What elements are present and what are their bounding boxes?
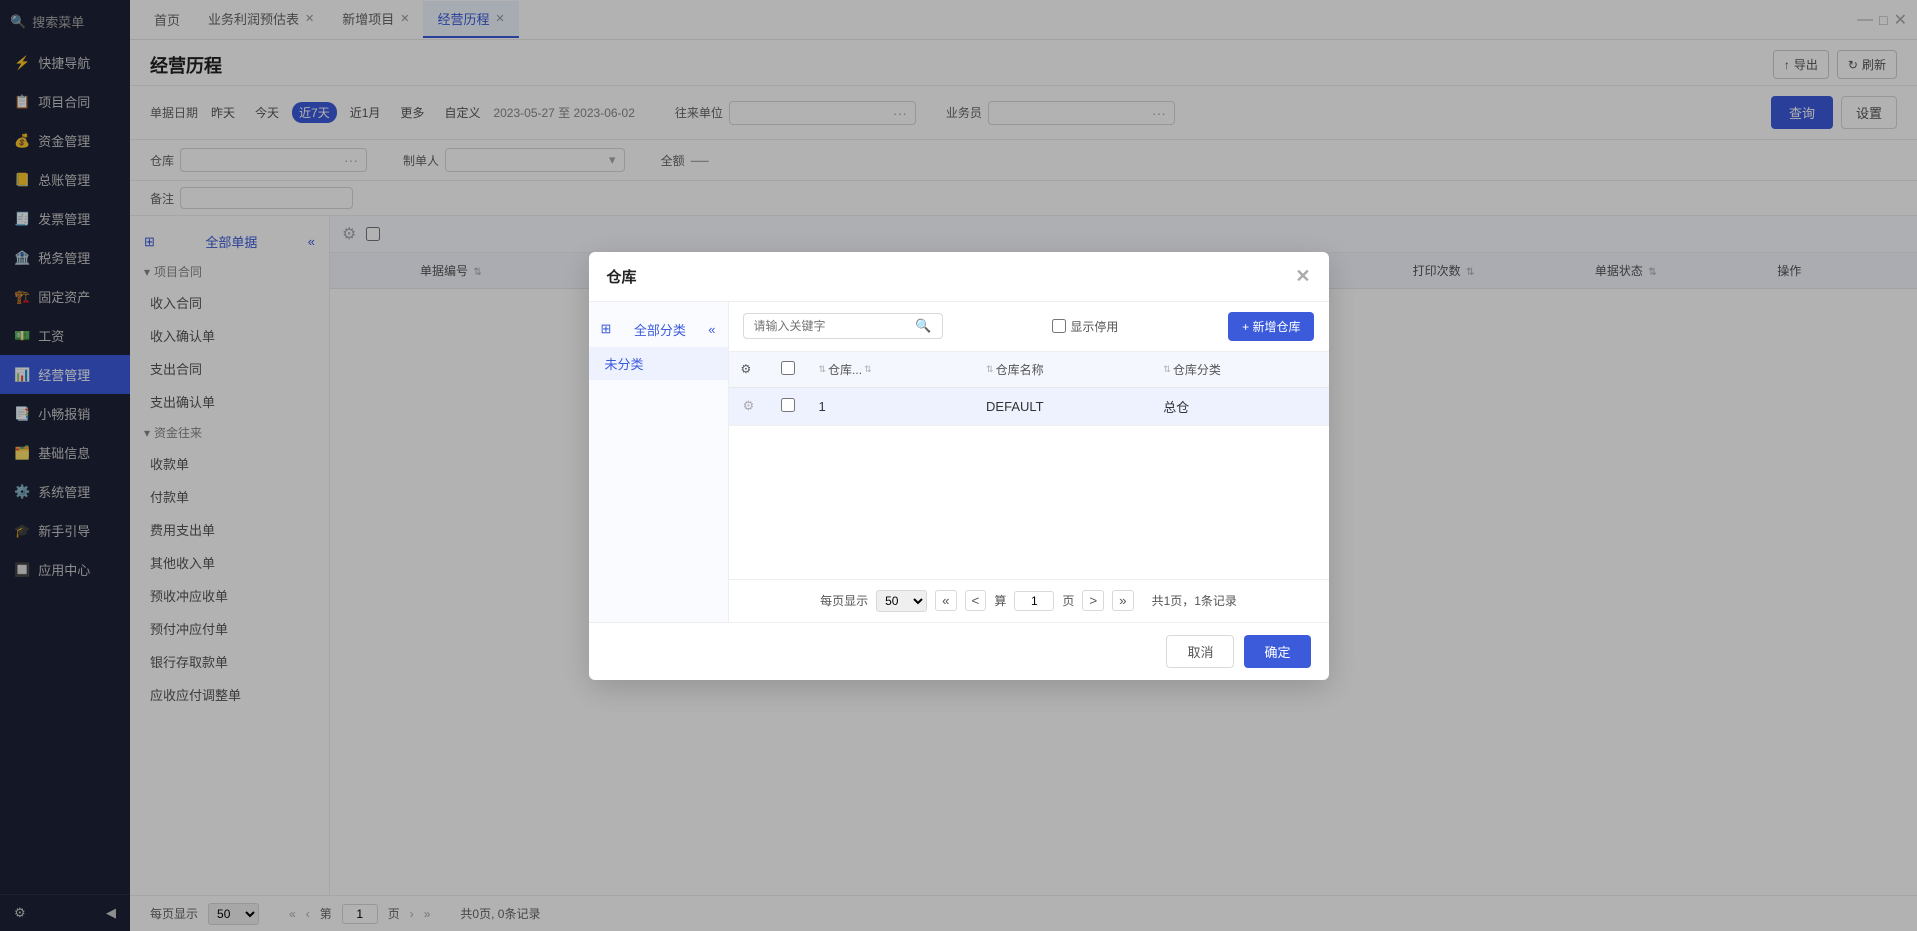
modal-pagination: 每页显示 50 100 « < 算 页 > » 共1页，1条记录 <box>729 579 1329 622</box>
row-code: DEFAULT <box>974 387 1151 425</box>
th-code: ⇅ 仓库... ⇅ <box>807 352 975 388</box>
grid-icon: ⊞ <box>601 321 612 337</box>
th-name-label: 仓库名称 <box>996 361 1044 378</box>
row-select-checkbox[interactable] <box>781 398 795 412</box>
row-name: 总仓 <box>1151 387 1328 425</box>
th-code-label: 仓库... <box>828 361 862 378</box>
modal-body: ⊞ 全部分类 « 未分类 🔍 显示停用 + 新增仓库 <box>589 302 1329 622</box>
add-warehouse-label: + 新增仓库 <box>1242 318 1300 335</box>
row-checkbox[interactable] <box>769 387 807 425</box>
th-name: ⇅ 仓库名称 <box>974 352 1151 388</box>
modal-right-panel: 🔍 显示停用 + 新增仓库 ⚙ <box>729 302 1329 622</box>
all-category-label: 全部分类 <box>634 320 686 339</box>
sort-icon-name: ⇅ <box>986 364 994 375</box>
modal-left-uncategorized[interactable]: 未分类 <box>589 347 728 380</box>
th-settings: ⚙ <box>729 352 769 388</box>
modal-total-text: 共1页，1条记录 <box>1152 592 1237 609</box>
cancel-button[interactable]: 取消 <box>1166 635 1234 668</box>
add-warehouse-button[interactable]: + 新增仓库 <box>1228 312 1314 341</box>
row-seq: 1 <box>807 387 975 425</box>
show-disabled-checkbox[interactable] <box>1052 319 1066 333</box>
th-category-label: 仓库分类 <box>1173 361 1221 378</box>
th-checkbox <box>769 352 807 388</box>
modal-per-page-select[interactable]: 50 100 <box>876 590 927 612</box>
modal-per-page-label: 每页显示 <box>820 592 868 609</box>
modal-page-suffix: 页 <box>1062 592 1074 609</box>
sort-asc-icon: ⇅ <box>819 364 827 375</box>
show-disabled-wrap: 显示停用 <box>1052 318 1118 335</box>
modal-header: 仓库 ✕ <box>589 252 1329 302</box>
modal-title: 仓库 <box>607 266 637 287</box>
modal-search-wrap: 🔍 <box>743 313 943 339</box>
sort-desc-icon: ⇅ <box>864 364 872 375</box>
row-settings-icon[interactable]: ⚙ <box>729 387 769 425</box>
sort-icon-cat: ⇅ <box>1163 364 1171 375</box>
show-disabled-label: 显示停用 <box>1070 318 1118 335</box>
modal-toolbar: 🔍 显示停用 + 新增仓库 <box>729 302 1329 352</box>
confirm-button[interactable]: 确定 <box>1244 635 1310 668</box>
table-row[interactable]: ⚙ 1 DEFAULT 总仓 <box>729 387 1329 425</box>
modal-select-all-checkbox[interactable] <box>781 361 795 375</box>
modal-first-page-btn[interactable]: « <box>935 590 956 611</box>
modal-next-page-btn[interactable]: > <box>1082 590 1104 611</box>
modal-prev-page-btn[interactable]: < <box>965 590 987 611</box>
modal-left-collapse-icon[interactable]: « <box>708 322 715 337</box>
warehouse-modal: 仓库 ✕ ⊞ 全部分类 « 未分类 🔍 显示停用 <box>589 252 1329 680</box>
modal-left-panel: ⊞ 全部分类 « 未分类 <box>589 302 729 622</box>
modal-page-label: 算 <box>994 592 1006 609</box>
modal-search-icon[interactable]: 🔍 <box>915 318 931 334</box>
modal-close-button[interactable]: ✕ <box>1295 266 1310 287</box>
th-settings-icon[interactable]: ⚙ <box>741 362 752 376</box>
modal-all-category[interactable]: ⊞ 全部分类 « <box>589 312 728 347</box>
modal-footer: 取消 确定 <box>589 622 1329 680</box>
modal-last-page-btn[interactable]: » <box>1112 590 1133 611</box>
modal-table: ⚙ ⇅ 仓库... ⇅ <box>729 352 1329 579</box>
modal-search-input[interactable] <box>754 319 916 333</box>
modal-page-input[interactable] <box>1014 591 1054 611</box>
th-category: ⇅ 仓库分类 <box>1151 352 1328 388</box>
